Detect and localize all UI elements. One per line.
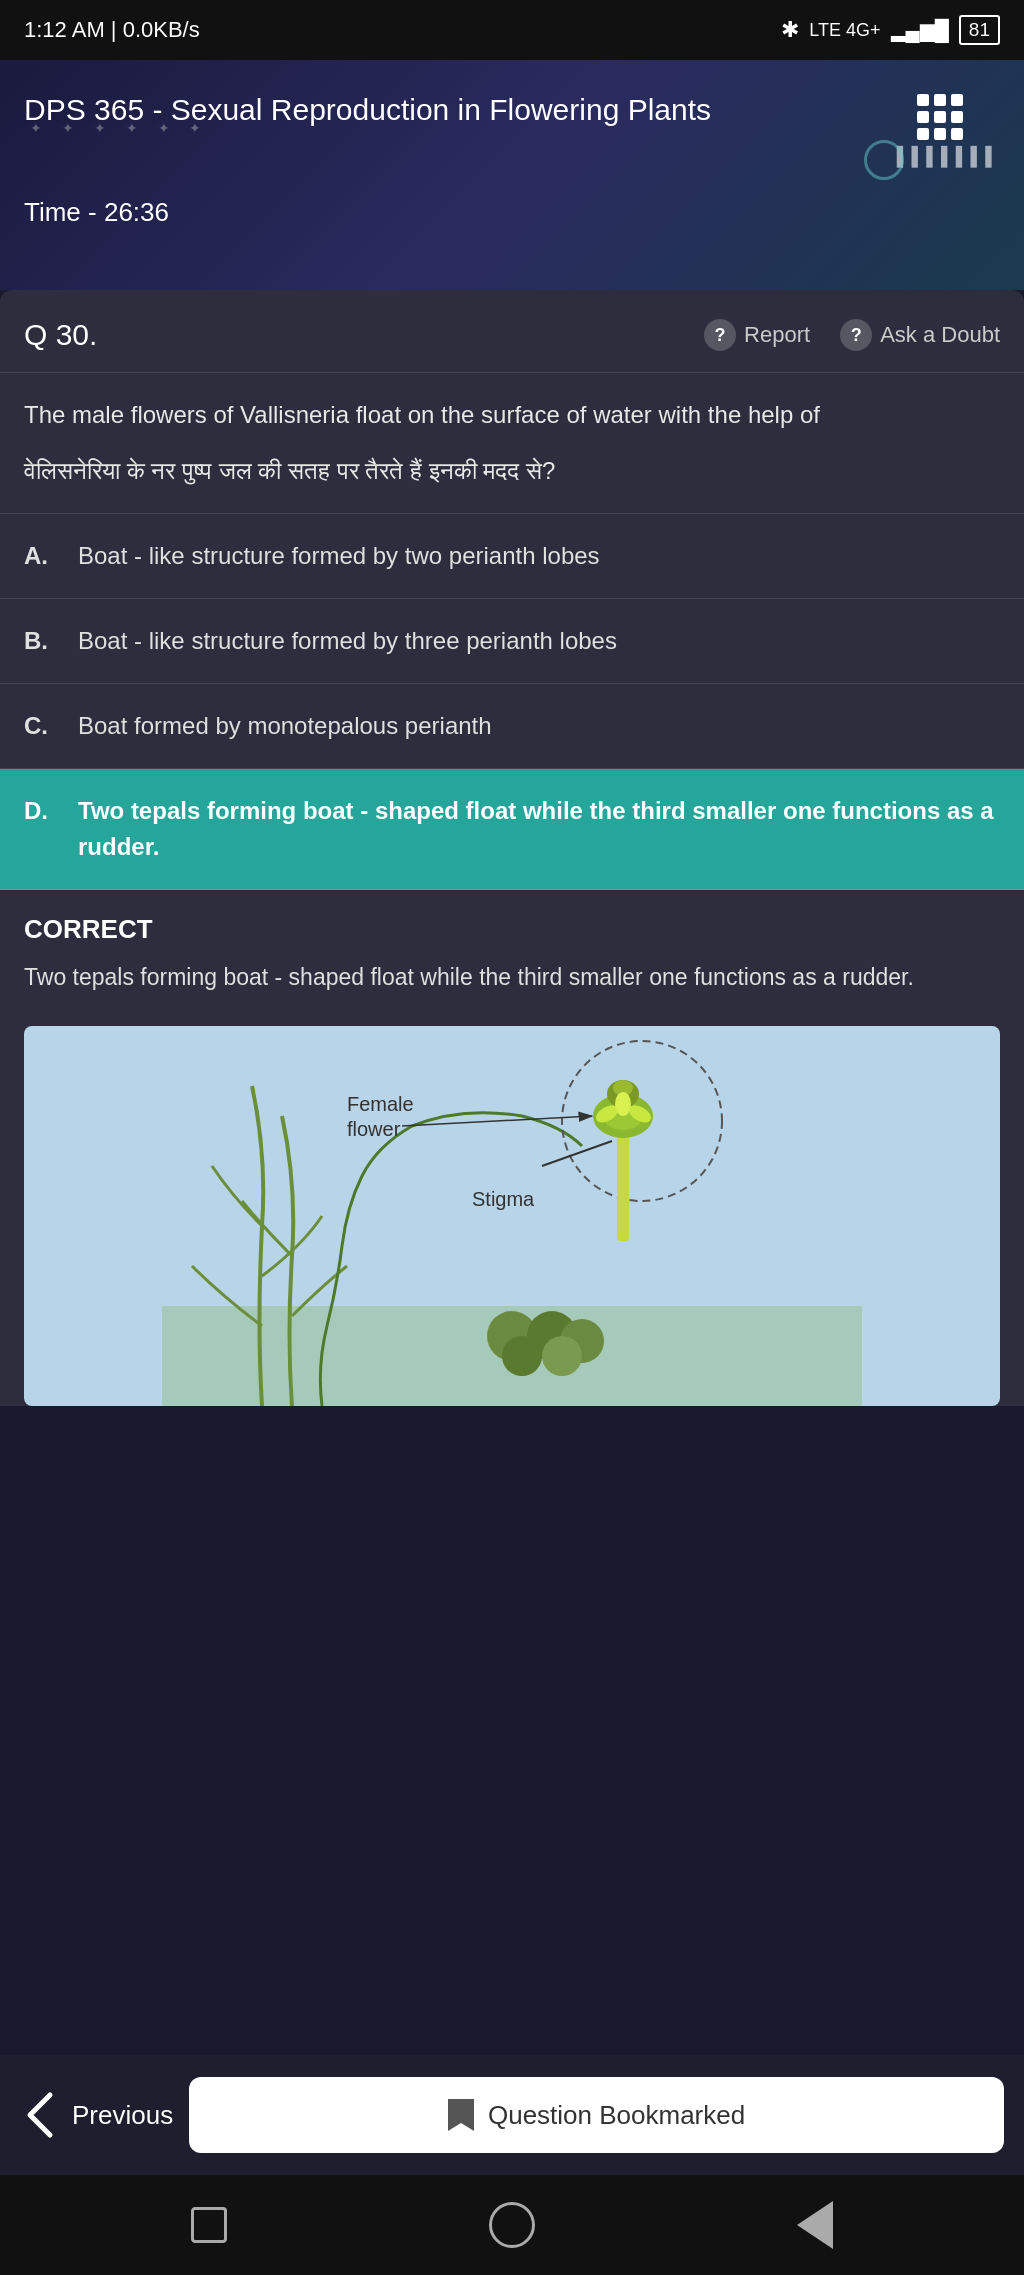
nav-square-button[interactable] bbox=[191, 2207, 227, 2243]
option-a-text: Boat - like structure formed by two peri… bbox=[78, 538, 600, 574]
report-button[interactable]: ? Report bbox=[704, 319, 810, 351]
progress-bars: ▌▌▌▌▌▌▌ bbox=[897, 146, 1000, 167]
svg-text:flower: flower bbox=[347, 1118, 401, 1140]
option-d[interactable]: D. Two tepals forming boat - shaped floa… bbox=[0, 769, 1024, 890]
option-b[interactable]: B. Boat - like structure formed by three… bbox=[0, 599, 1024, 684]
question-text-english: The male flowers of Vallisneria float on… bbox=[0, 373, 1024, 443]
bluetooth-icon: ✱ bbox=[781, 17, 799, 43]
question-actions: ? Report ? Ask a Doubt bbox=[704, 319, 1000, 351]
previous-button[interactable]: Previous bbox=[20, 2090, 173, 2140]
svg-text:Female: Female bbox=[347, 1093, 414, 1115]
option-a-label: A. bbox=[24, 538, 60, 574]
grid-dot bbox=[934, 111, 946, 123]
option-c[interactable]: C. Boat formed by monotepalous perianth bbox=[0, 684, 1024, 769]
option-d-label: D. bbox=[24, 793, 60, 829]
option-c-label: C. bbox=[24, 708, 60, 744]
ask-doubt-icon: ? bbox=[840, 319, 872, 351]
bookmark-button[interactable]: Question Bookmarked bbox=[189, 2077, 1004, 2153]
svg-marker-22 bbox=[448, 2099, 474, 2131]
plant-svg: Female flower Stigma bbox=[24, 1026, 1000, 1406]
report-label: Report bbox=[744, 322, 810, 348]
nav-back-button[interactable] bbox=[797, 2201, 833, 2249]
grid-menu-icon[interactable]: ▌▌▌▌▌▌▌ bbox=[897, 90, 1000, 167]
system-nav-bar bbox=[0, 2175, 1024, 2275]
status-bar: 1:12 AM | 0.0KB/s ✱ LTE 4G+ ▂▄▆█ 81 bbox=[0, 0, 1024, 60]
chevron-left-icon bbox=[20, 2090, 60, 2140]
option-c-text: Boat formed by monotepalous perianth bbox=[78, 708, 492, 744]
svg-point-15 bbox=[502, 1336, 542, 1376]
report-icon: ? bbox=[704, 319, 736, 351]
bookmark-icon bbox=[448, 2099, 474, 2131]
nav-home-button[interactable] bbox=[489, 2202, 535, 2248]
question-number: Q 30. bbox=[24, 318, 97, 352]
grid-dot bbox=[934, 128, 946, 140]
bookmark-label: Question Bookmarked bbox=[488, 2100, 745, 2131]
grid-dot bbox=[951, 111, 963, 123]
svg-text:Stigma: Stigma bbox=[472, 1188, 535, 1210]
question-header: Q 30. ? Report ? Ask a Doubt bbox=[0, 290, 1024, 373]
correct-section: CORRECT Two tepals forming boat - shaped… bbox=[0, 890, 1024, 1006]
header-section: DPS 365 - Sexual Reproduction in Floweri… bbox=[0, 60, 1024, 290]
option-b-text: Boat - like structure formed by three pe… bbox=[78, 623, 617, 659]
correct-text: Two tepals forming boat - shaped float w… bbox=[24, 959, 1000, 996]
plant-illustration-container: Female flower Stigma bbox=[24, 1026, 1000, 1406]
correct-label: CORRECT bbox=[24, 914, 1000, 945]
grid-dot bbox=[934, 94, 946, 106]
option-a[interactable]: A. Boat - like structure formed by two p… bbox=[0, 514, 1024, 599]
ask-doubt-button[interactable]: ? Ask a Doubt bbox=[840, 319, 1000, 351]
question-text-hindi: वेलिसनेरिया के नर पुष्प जल की सतह पर तैर… bbox=[0, 443, 1024, 514]
signal-icon: ▂▄▆█ bbox=[891, 18, 949, 42]
svg-point-10 bbox=[615, 1092, 631, 1116]
previous-label: Previous bbox=[72, 2100, 173, 2131]
status-icons: ✱ LTE 4G+ ▂▄▆█ 81 bbox=[781, 15, 1000, 45]
bottom-navigation: Previous Question Bookmarked bbox=[0, 2055, 1024, 2175]
content-card: Q 30. ? Report ? Ask a Doubt The male fl… bbox=[0, 290, 1024, 1406]
grid-dot bbox=[917, 128, 929, 140]
option-b-label: B. bbox=[24, 623, 60, 659]
option-d-text: Two tepals forming boat - shaped float w… bbox=[78, 793, 1000, 865]
ask-doubt-label: Ask a Doubt bbox=[880, 322, 1000, 348]
grid-dot bbox=[951, 94, 963, 106]
grid-dot bbox=[917, 111, 929, 123]
svg-point-16 bbox=[542, 1336, 582, 1376]
decorative-circle bbox=[864, 140, 904, 180]
battery-icon: 81 bbox=[959, 15, 1000, 45]
timer: Time - 26:36 bbox=[24, 197, 1000, 228]
grid-dot bbox=[951, 128, 963, 140]
network-icon: LTE 4G+ bbox=[809, 20, 880, 41]
status-time: 1:12 AM | 0.0KB/s bbox=[24, 17, 200, 43]
grid-dot bbox=[917, 94, 929, 106]
decorative-stars: ✦ ✦ ✦ ✦ ✦ ✦ bbox=[30, 120, 209, 136]
svg-rect-3 bbox=[617, 1121, 629, 1241]
